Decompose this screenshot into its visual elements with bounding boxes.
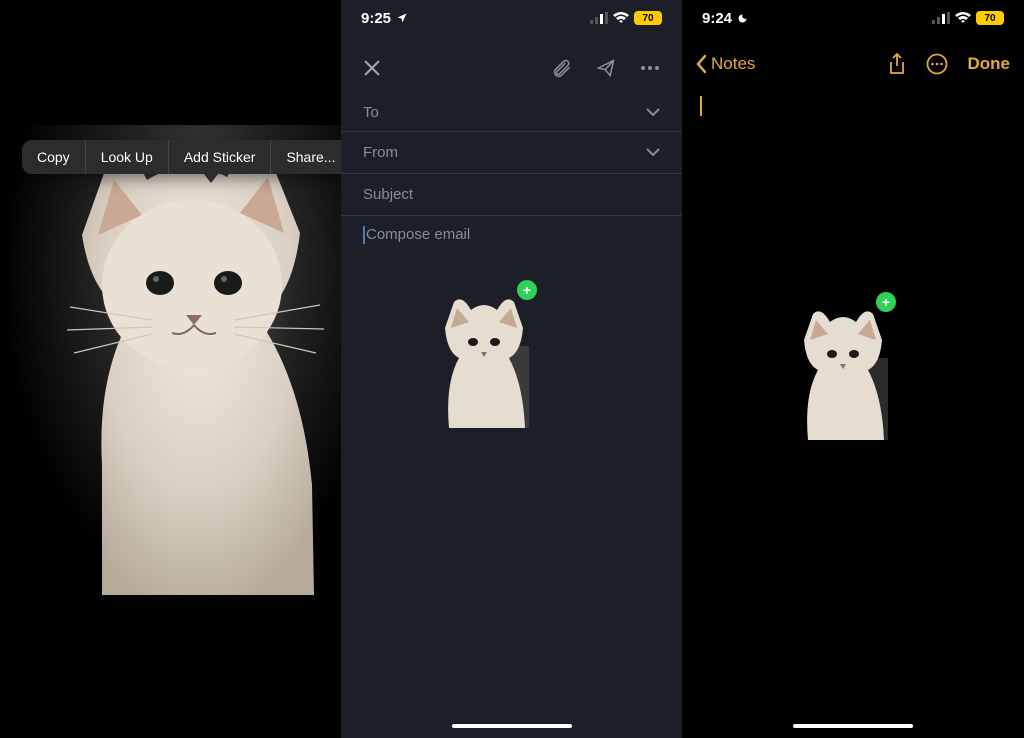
home-indicator[interactable] bbox=[452, 724, 572, 728]
to-label: To bbox=[363, 104, 379, 121]
menu-copy[interactable]: Copy bbox=[22, 140, 85, 174]
home-indicator[interactable] bbox=[793, 724, 913, 728]
subject-field[interactable]: Subject bbox=[341, 174, 682, 216]
share-icon[interactable] bbox=[888, 53, 906, 75]
clock: 9:24 bbox=[702, 10, 732, 27]
text-cursor bbox=[363, 226, 365, 244]
plus-badge-icon: + bbox=[517, 280, 537, 300]
subject-placeholder: Subject bbox=[363, 186, 413, 203]
cat-subject-image bbox=[52, 125, 341, 595]
dragged-image-thumb[interactable]: + bbox=[798, 300, 888, 440]
to-field[interactable]: To bbox=[341, 94, 682, 132]
location-icon bbox=[396, 12, 408, 24]
clock: 9:25 bbox=[361, 10, 391, 27]
context-menu: Copy Look Up Add Sticker Share... bbox=[22, 140, 350, 174]
back-label: Notes bbox=[711, 54, 755, 74]
plus-badge-icon: + bbox=[876, 292, 896, 312]
menu-pointer-icon bbox=[204, 174, 218, 183]
compose-placeholder: Compose email bbox=[366, 226, 470, 243]
text-cursor bbox=[700, 96, 702, 116]
chevron-left-icon bbox=[696, 55, 707, 73]
back-button[interactable]: Notes bbox=[696, 54, 755, 74]
photos-panel: Copy Look Up Add Sticker Share... bbox=[0, 0, 341, 738]
status-bar: 9:24 70 bbox=[682, 0, 1024, 36]
do-not-disturb-icon bbox=[737, 12, 749, 24]
wifi-icon bbox=[955, 12, 971, 24]
battery-indicator: 70 bbox=[976, 11, 1004, 25]
send-icon[interactable] bbox=[596, 58, 616, 78]
status-bar: 9:25 70 bbox=[341, 0, 682, 36]
more-icon[interactable] bbox=[640, 65, 660, 71]
attachment-icon[interactable] bbox=[552, 58, 572, 78]
close-icon[interactable] bbox=[363, 59, 381, 77]
menu-look-up[interactable]: Look Up bbox=[86, 140, 168, 174]
menu-add-sticker[interactable]: Add Sticker bbox=[169, 140, 271, 174]
photo-viewer[interactable] bbox=[0, 125, 341, 595]
from-field[interactable]: From bbox=[341, 132, 682, 174]
dragged-image-thumb[interactable]: + bbox=[439, 288, 529, 428]
more-circle-icon[interactable] bbox=[926, 53, 948, 75]
chevron-down-icon[interactable] bbox=[646, 108, 660, 117]
compose-toolbar bbox=[341, 48, 682, 88]
cellular-icon bbox=[590, 12, 608, 24]
cellular-icon bbox=[932, 12, 950, 24]
menu-share[interactable]: Share... bbox=[271, 140, 350, 174]
email-panel: 9:25 70 To From bbox=[341, 0, 682, 738]
wifi-icon bbox=[613, 12, 629, 24]
compose-body[interactable]: Compose email bbox=[363, 226, 470, 244]
done-button[interactable]: Done bbox=[968, 54, 1011, 74]
battery-indicator: 70 bbox=[634, 11, 662, 25]
notes-toolbar: Notes Done bbox=[682, 44, 1024, 84]
notes-panel: 9:24 70 Notes Done bbox=[682, 0, 1024, 738]
chevron-down-icon[interactable] bbox=[646, 148, 660, 157]
from-label: From bbox=[363, 144, 398, 161]
